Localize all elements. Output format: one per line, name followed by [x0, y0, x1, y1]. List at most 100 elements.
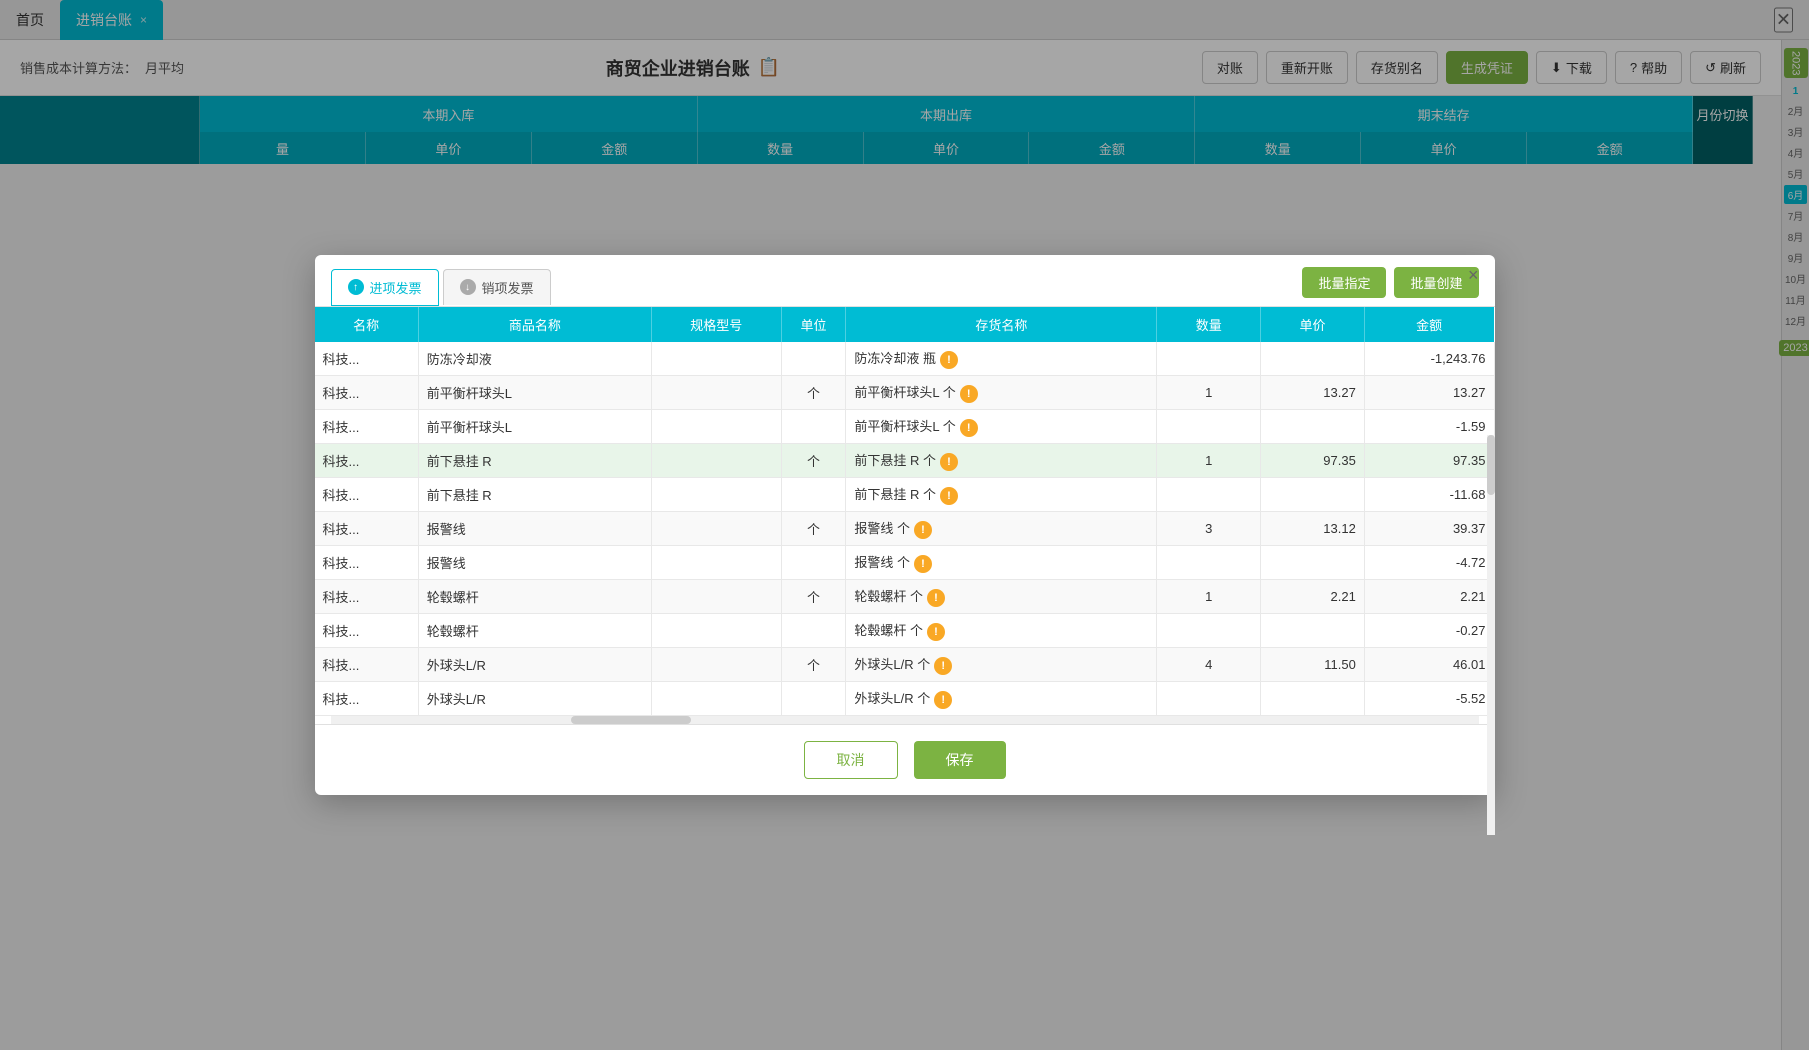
batch-assign-button[interactable]: 批量指定	[1302, 267, 1386, 298]
cell-unit: 个	[781, 648, 846, 682]
cell-quantity: 4	[1157, 648, 1261, 682]
warning-icon: !	[940, 453, 958, 471]
cell-price	[1261, 342, 1365, 376]
cell-name: 科技...	[315, 512, 419, 546]
sale-tab-label: 销项发票	[482, 278, 534, 297]
cell-quantity	[1157, 478, 1261, 512]
cell-inventory: 报警线 个!	[846, 512, 1157, 546]
cell-product: 防冻冷却液	[418, 342, 651, 376]
col-name: 名称	[315, 307, 419, 342]
table-body: 科技... 防冻冷却液 防冻冷却液 瓶! -1,243.76 科技... 前平衡…	[315, 342, 1495, 716]
vertical-scrollbar[interactable]	[1487, 435, 1495, 835]
cell-inventory: 报警线 个!	[846, 546, 1157, 580]
modal-tabs: ↑ 进项发票 ↓ 销项发票	[331, 269, 551, 305]
cell-product: 轮毂螺杆	[418, 580, 651, 614]
warning-icon: !	[960, 385, 978, 403]
cell-quantity: 1	[1157, 444, 1261, 478]
cell-quantity	[1157, 682, 1261, 716]
cell-name: 科技...	[315, 444, 419, 478]
warning-icon: !	[914, 521, 932, 539]
cell-amount: 2.21	[1364, 580, 1494, 614]
col-inventory: 存货名称	[846, 307, 1157, 342]
cell-quantity	[1157, 410, 1261, 444]
cell-spec	[651, 580, 781, 614]
horizontal-scrollbar[interactable]	[331, 716, 1479, 724]
table-row: 科技... 轮毂螺杆 个 轮毂螺杆 个! 1 2.21 2.21	[315, 580, 1495, 614]
warning-icon: !	[934, 657, 952, 675]
cell-spec	[651, 648, 781, 682]
cell-name: 科技...	[315, 478, 419, 512]
cell-quantity: 1	[1157, 376, 1261, 410]
cell-amount: 13.27	[1364, 376, 1494, 410]
purchase-tab-label: 进项发票	[370, 278, 422, 297]
cell-inventory: 外球头L/R 个!	[846, 682, 1157, 716]
cell-inventory: 前平衡杆球头L 个!	[846, 410, 1157, 444]
purchase-tab-icon: ↑	[348, 279, 364, 295]
modal-header: ↑ 进项发票 ↓ 销项发票 批量指定 批量创建 ×	[315, 255, 1495, 307]
cell-unit	[781, 342, 846, 376]
warning-icon: !	[940, 487, 958, 505]
table-row: 科技... 报警线 个 报警线 个! 3 13.12 39.37	[315, 512, 1495, 546]
cell-product: 报警线	[418, 546, 651, 580]
cell-product: 前下悬挂 R	[418, 478, 651, 512]
cell-name: 科技...	[315, 614, 419, 648]
cell-price	[1261, 682, 1365, 716]
cell-amount: -4.72	[1364, 546, 1494, 580]
cell-amount: -1.59	[1364, 410, 1494, 444]
cell-quantity	[1157, 614, 1261, 648]
cell-unit: 个	[781, 580, 846, 614]
cell-price	[1261, 478, 1365, 512]
cell-product: 前平衡杆球头L	[418, 410, 651, 444]
cell-product: 外球头L/R	[418, 648, 651, 682]
table-row: 科技... 防冻冷却液 防冻冷却液 瓶! -1,243.76	[315, 342, 1495, 376]
cell-inventory: 前平衡杆球头L 个!	[846, 376, 1157, 410]
warning-icon: !	[927, 623, 945, 641]
cell-amount: -5.52	[1364, 682, 1494, 716]
cell-inventory: 轮毂螺杆 个!	[846, 614, 1157, 648]
cell-product: 外球头L/R	[418, 682, 651, 716]
col-amount: 金额	[1364, 307, 1494, 342]
cell-inventory: 防冻冷却液 瓶!	[846, 342, 1157, 376]
modal-close-button[interactable]: ×	[1468, 265, 1479, 286]
cell-inventory: 轮毂螺杆 个!	[846, 580, 1157, 614]
cell-spec	[651, 478, 781, 512]
cell-spec	[651, 376, 781, 410]
cell-product: 报警线	[418, 512, 651, 546]
cell-amount: -1,243.76	[1364, 342, 1494, 376]
horizontal-scrollbar-thumb	[571, 716, 691, 724]
table-row: 科技... 外球头L/R 个 外球头L/R 个! 4 11.50 46.01	[315, 648, 1495, 682]
warning-icon: !	[960, 419, 978, 437]
cell-unit: 个	[781, 444, 846, 478]
cell-amount: 46.01	[1364, 648, 1494, 682]
save-button[interactable]: 保存	[914, 741, 1006, 779]
cell-spec	[651, 410, 781, 444]
cell-amount: 39.37	[1364, 512, 1494, 546]
modal-footer: 取消 保存	[315, 724, 1495, 795]
cell-name: 科技...	[315, 580, 419, 614]
batch-create-button[interactable]: 批量创建	[1394, 267, 1478, 298]
cell-price: 11.50	[1261, 648, 1365, 682]
cell-spec	[651, 512, 781, 546]
warning-icon: !	[934, 691, 952, 709]
table-row: 科技... 外球头L/R 外球头L/R 个! -5.52	[315, 682, 1495, 716]
cell-name: 科技...	[315, 682, 419, 716]
col-spec: 规格型号	[651, 307, 781, 342]
cell-inventory: 前下悬挂 R 个!	[846, 444, 1157, 478]
cell-unit	[781, 546, 846, 580]
cell-quantity: 1	[1157, 580, 1261, 614]
cell-quantity: 3	[1157, 512, 1261, 546]
cell-unit: 个	[781, 376, 846, 410]
cell-unit	[781, 682, 846, 716]
cell-price	[1261, 546, 1365, 580]
tab-purchase-invoice[interactable]: ↑ 进项发票	[331, 269, 439, 306]
warning-icon: !	[927, 589, 945, 607]
cell-spec	[651, 682, 781, 716]
modal-body: 名称 商品名称 规格型号 单位 存货名称 数量 单价 金额 科技... 防冻冷却…	[315, 307, 1495, 716]
cancel-button[interactable]: 取消	[804, 741, 898, 779]
warning-icon: !	[914, 555, 932, 573]
table-row: 科技... 轮毂螺杆 轮毂螺杆 个! -0.27	[315, 614, 1495, 648]
cell-unit	[781, 478, 846, 512]
table-row: 科技... 前平衡杆球头L 前平衡杆球头L 个! -1.59	[315, 410, 1495, 444]
tab-sale-invoice[interactable]: ↓ 销项发票	[443, 269, 551, 305]
cell-unit	[781, 614, 846, 648]
